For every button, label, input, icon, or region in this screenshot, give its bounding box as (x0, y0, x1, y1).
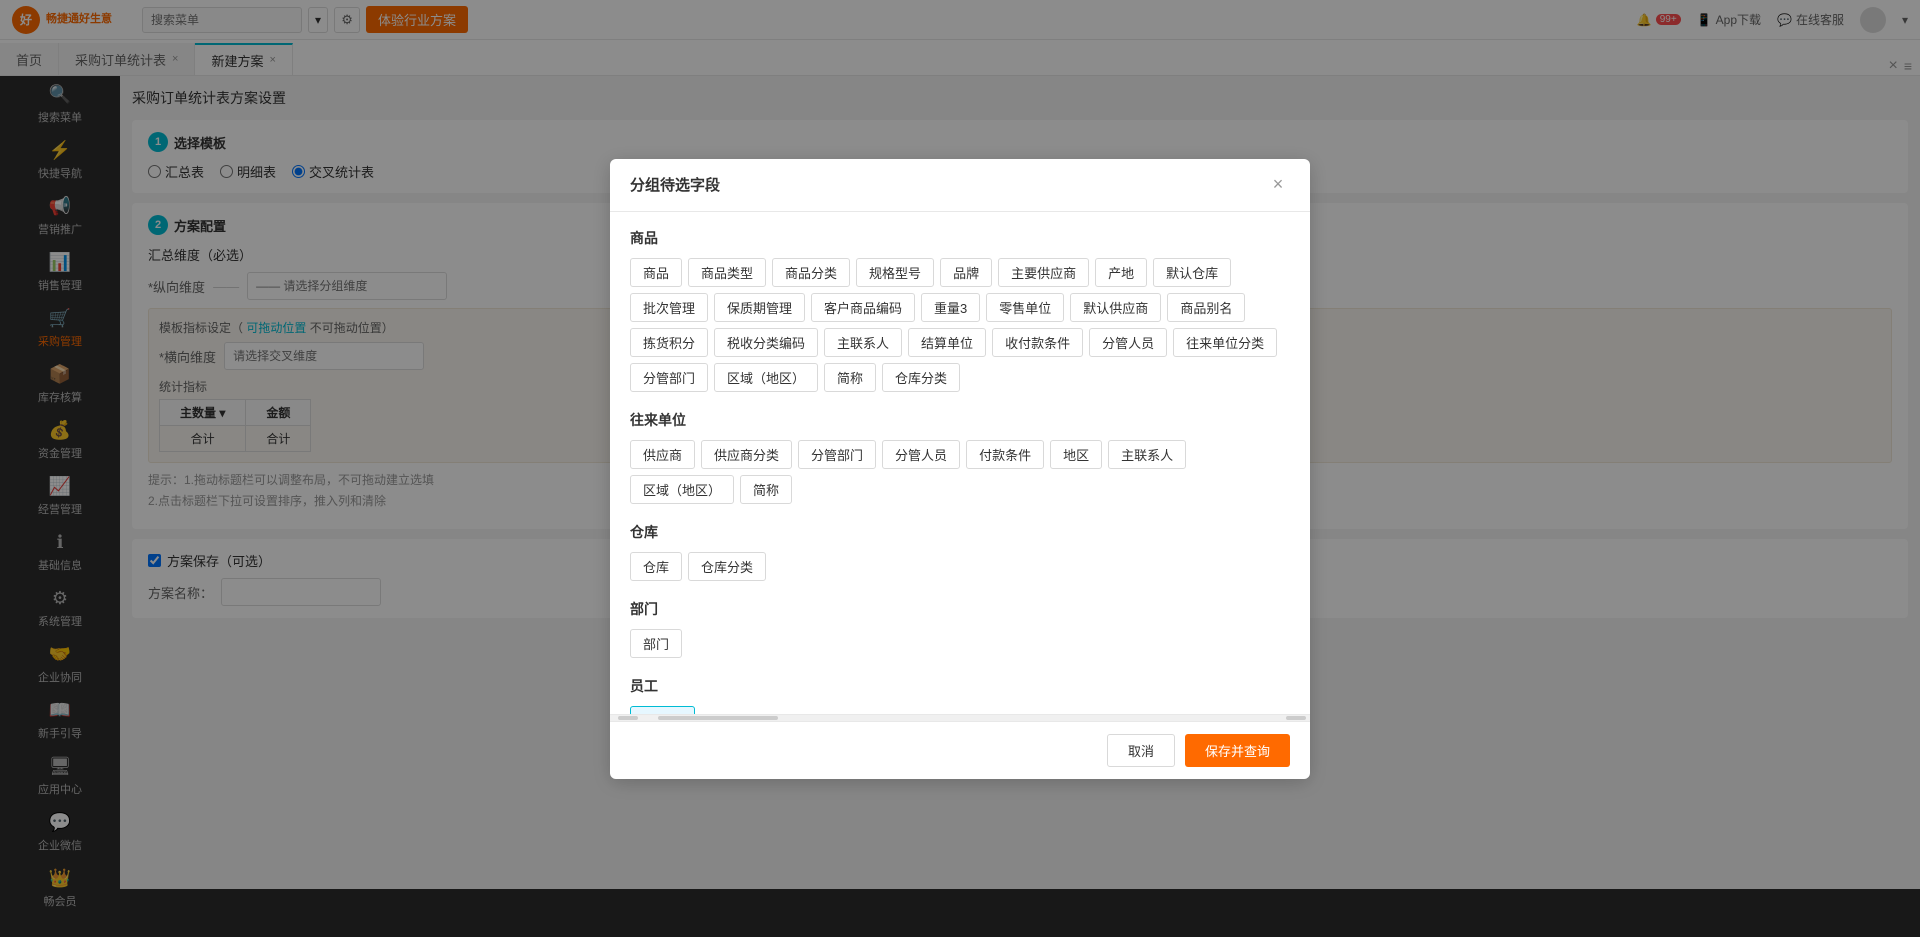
field-group-warehouse-title: 仓库 (630, 522, 1290, 542)
confirm-button[interactable]: 保存并查询 (1185, 734, 1290, 767)
field-tag-manager[interactable]: 分管人员 (1089, 328, 1167, 357)
field-tags-employee: 业务员 (630, 706, 1290, 715)
field-tag-supplier[interactable]: 供应商 (630, 440, 695, 469)
field-tag-payment-terms[interactable]: 收付款条件 (992, 328, 1083, 357)
field-tag-warehouse-category[interactable]: 仓库分类 (882, 363, 960, 392)
h-scroll-left (618, 716, 638, 720)
field-tag-batch-mgmt[interactable]: 批次管理 (630, 293, 708, 322)
field-tags-dept: 部门 (630, 629, 1290, 658)
field-group-employee-title: 员工 (630, 676, 1290, 696)
field-tag-product-category[interactable]: 商品分类 (772, 258, 850, 287)
field-tag-region-counterpart[interactable]: 地区 (1050, 440, 1102, 469)
field-tag-dept-in-charge[interactable]: 分管部门 (630, 363, 708, 392)
field-tag-main-contact[interactable]: 主联系人 (824, 328, 902, 357)
field-tag-settlement-unit[interactable]: 结算单位 (908, 328, 986, 357)
field-tag-product-alias[interactable]: 商品别名 (1167, 293, 1245, 322)
cancel-button[interactable]: 取消 (1107, 734, 1175, 767)
field-tag-salesperson[interactable]: 业务员 (630, 706, 695, 715)
modal-footer: 取消 保存并查询 (610, 721, 1310, 779)
field-tag-short-name-product[interactable]: 简称 (824, 363, 876, 392)
field-tag-dept[interactable]: 部门 (630, 629, 682, 658)
field-group-dept: 部门 部门 (630, 599, 1290, 658)
field-tag-product[interactable]: 商品 (630, 258, 682, 287)
field-tag-person-counterpart[interactable]: 分管人员 (882, 440, 960, 469)
field-group-product-title: 商品 (630, 228, 1290, 248)
field-tag-tax-code[interactable]: 税收分类编码 (714, 328, 818, 357)
field-group-counterpart-title: 往来单位 (630, 410, 1290, 430)
field-tag-supplier-category[interactable]: 供应商分类 (701, 440, 792, 469)
field-tag-dept-counterpart[interactable]: 分管部门 (798, 440, 876, 469)
modal-header: 分组待选字段 × (610, 159, 1310, 212)
field-group-product: 商品 商品 商品类型 商品分类 规格型号 品牌 主要供应商 产地 默认仓库 批次… (630, 228, 1290, 392)
field-tag-brand[interactable]: 品牌 (940, 258, 992, 287)
field-tag-expiry-mgmt[interactable]: 保质期管理 (714, 293, 805, 322)
modal-close-button[interactable]: × (1266, 173, 1290, 197)
field-tag-region2-counterpart[interactable]: 区域（地区） (630, 475, 734, 504)
field-group-dept-title: 部门 (630, 599, 1290, 619)
field-tag-warehouse[interactable]: 仓库 (630, 552, 682, 581)
field-tag-warehouse-cat[interactable]: 仓库分类 (688, 552, 766, 581)
modal-overlay: 分组待选字段 × 商品 商品 商品类型 商品分类 规格型号 品牌 主要供应商 产… (0, 0, 1920, 937)
field-tag-origin[interactable]: 产地 (1095, 258, 1147, 287)
field-tags-warehouse: 仓库 仓库分类 (630, 552, 1290, 581)
field-tag-payment-condition[interactable]: 付款条件 (966, 440, 1044, 469)
field-tag-default-warehouse[interactable]: 默认仓库 (1153, 258, 1231, 287)
field-tag-retail-unit[interactable]: 零售单位 (986, 293, 1064, 322)
field-group-warehouse: 仓库 仓库 仓库分类 (630, 522, 1290, 581)
field-tag-customer-code[interactable]: 客户商品编码 (811, 293, 915, 322)
field-tag-pick-score[interactable]: 拣货积分 (630, 328, 708, 357)
modal-title: 分组待选字段 (630, 174, 720, 195)
field-tag-default-supplier[interactable]: 默认供应商 (1070, 293, 1161, 322)
field-tag-product-type[interactable]: 商品类型 (688, 258, 766, 287)
field-tags-counterpart: 供应商 供应商分类 分管部门 分管人员 付款条件 地区 主联系人 区域（地区） … (630, 440, 1290, 504)
field-tag-main-supplier[interactable]: 主要供应商 (998, 258, 1089, 287)
field-tag-main-contact-counterpart[interactable]: 主联系人 (1108, 440, 1186, 469)
h-scroll-bar[interactable] (658, 716, 778, 720)
modal-body: 商品 商品 商品类型 商品分类 规格型号 品牌 主要供应商 产地 默认仓库 批次… (610, 212, 1310, 715)
field-tag-weight3[interactable]: 重量3 (921, 293, 980, 322)
field-tag-spec-model[interactable]: 规格型号 (856, 258, 934, 287)
field-tag-short-name-counterpart[interactable]: 简称 (740, 475, 792, 504)
field-tag-region-product[interactable]: 区域（地区） (714, 363, 818, 392)
field-group-counterpart: 往来单位 供应商 供应商分类 分管部门 分管人员 付款条件 地区 主联系人 区域… (630, 410, 1290, 504)
field-group-employee: 员工 业务员 (630, 676, 1290, 715)
h-scroll-right (1286, 716, 1306, 720)
modal-dialog: 分组待选字段 × 商品 商品 商品类型 商品分类 规格型号 品牌 主要供应商 产… (610, 159, 1310, 779)
field-tag-counterpart-category[interactable]: 往来单位分类 (1173, 328, 1277, 357)
field-tags-product: 商品 商品类型 商品分类 规格型号 品牌 主要供应商 产地 默认仓库 批次管理 … (630, 258, 1290, 392)
